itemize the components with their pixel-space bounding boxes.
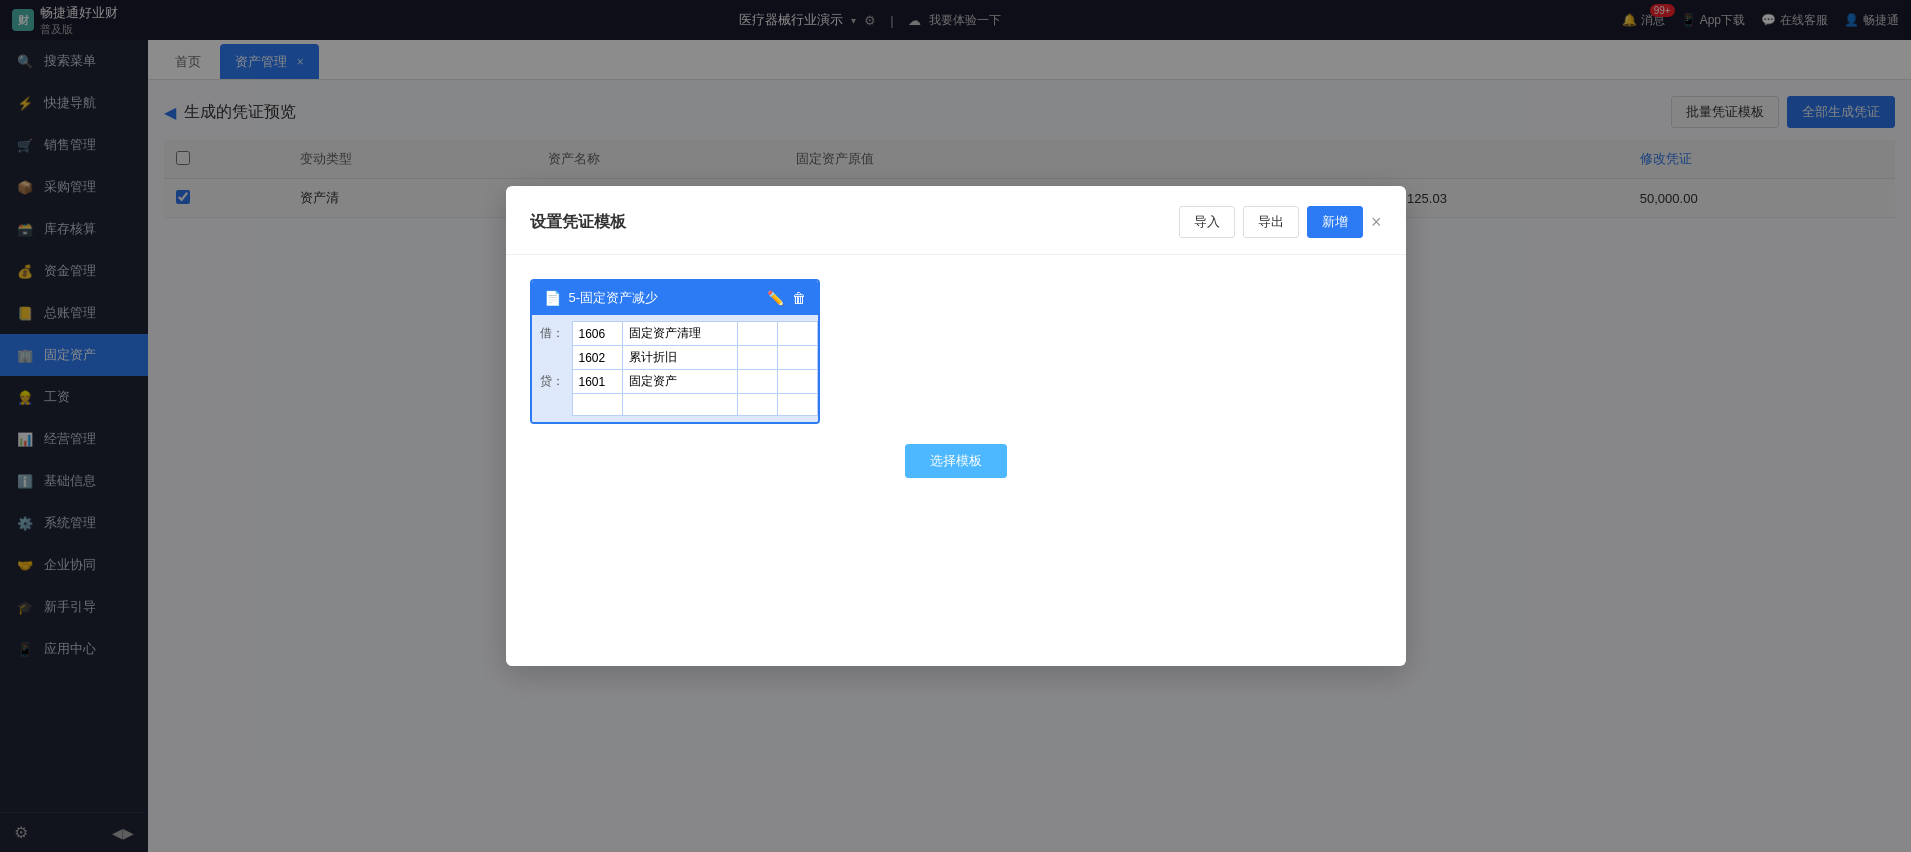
modal-actions: 导入 导出 新增: [1179, 206, 1363, 238]
template-card-header: 📄 5-固定资产减少 ✏️ 🗑: [532, 281, 818, 315]
template-card[interactable]: 📄 5-固定资产减少 ✏️ 🗑 借：: [530, 279, 820, 424]
voucher-template-modal: 设置凭证模板 导入 导出 新增 × 📄 5-固定资产减少: [506, 186, 1406, 666]
select-template-section: 选择模板: [530, 444, 1382, 478]
template-delete-icon[interactable]: 🗑: [792, 290, 806, 306]
template-entry-row-1: 借： 1606 固定资产清理: [532, 322, 818, 346]
modal-body: 📄 5-固定资产减少 ✏️ 🗑 借：: [506, 255, 1406, 635]
import-btn[interactable]: 导入: [1179, 206, 1235, 238]
template-card-actions: ✏️ 🗑: [767, 290, 806, 306]
new-btn[interactable]: 新增: [1307, 206, 1363, 238]
template-card-doc-icon: 📄: [544, 290, 561, 306]
template-card-title: 5-固定资产减少: [569, 289, 659, 307]
modal-close-icon[interactable]: ×: [1371, 213, 1382, 231]
export-btn[interactable]: 导出: [1243, 206, 1299, 238]
modal-title: 设置凭证模板: [530, 212, 626, 233]
template-edit-icon[interactable]: ✏️: [767, 290, 784, 306]
template-list: 📄 5-固定资产减少 ✏️ 🗑 借：: [530, 279, 1382, 424]
modal-overlay: 设置凭证模板 导入 导出 新增 × 📄 5-固定资产减少: [0, 0, 1911, 852]
modal-header: 设置凭证模板 导入 导出 新增 ×: [506, 186, 1406, 255]
select-template-btn[interactable]: 选择模板: [905, 444, 1007, 478]
template-entry-row-3: 贷： 1601 固定资产: [532, 370, 818, 394]
template-empty-row: [532, 394, 818, 416]
template-entries-table: 借： 1606 固定资产清理 1602 累计折旧: [532, 321, 818, 416]
template-entry-row-2: 1602 累计折旧: [532, 346, 818, 370]
